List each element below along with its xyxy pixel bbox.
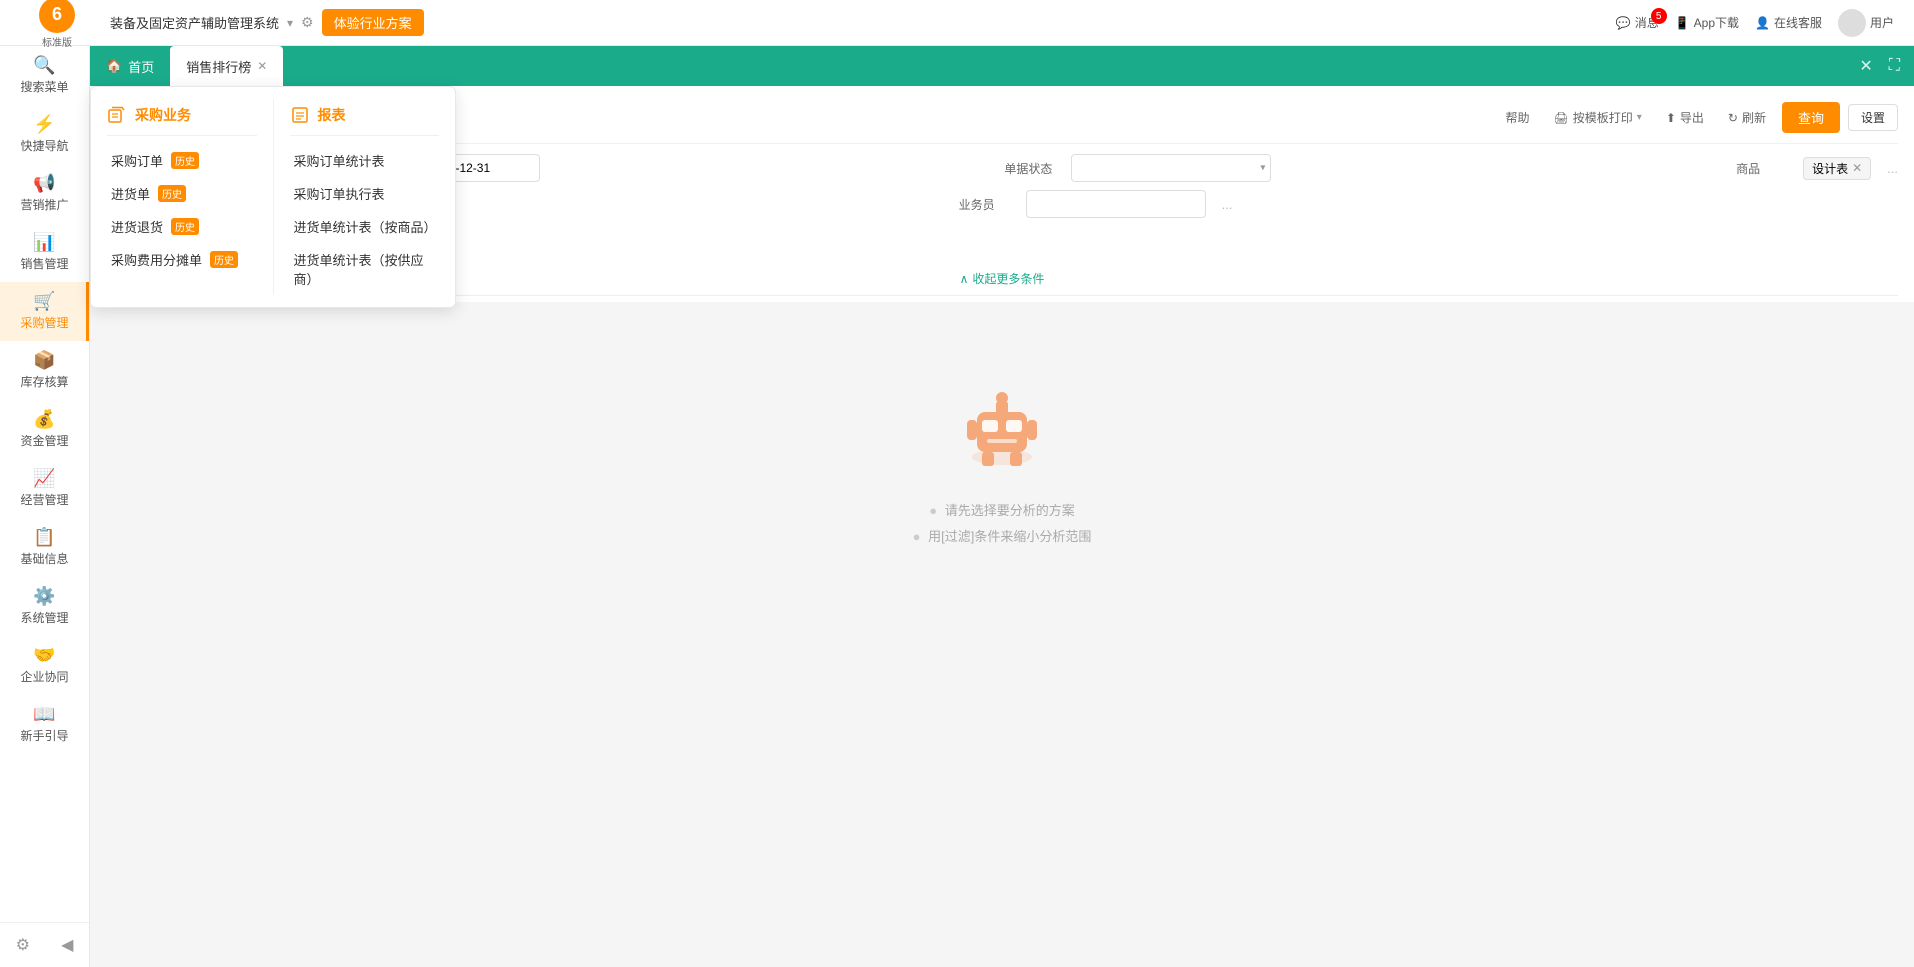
operation-icon: 📈 xyxy=(33,469,55,487)
history-badge-1: 历史 xyxy=(171,152,199,169)
inventory-icon: 📦 xyxy=(33,351,55,369)
collapse-arrow-icon: ∧ xyxy=(960,272,969,286)
phone-icon: 📱 xyxy=(1675,16,1690,30)
status-select-wrapper: ▾ xyxy=(1071,154,1271,182)
salesperson-dots[interactable]: ... xyxy=(1222,197,1233,212)
sidebar-collapse-btn[interactable]: ◀ xyxy=(53,931,81,959)
topbar-right: 💬 消息 5 📱 App下载 👤 在线客服 用户 xyxy=(1616,9,1894,37)
sidebar-item-operation[interactable]: 📈 经营管理 xyxy=(0,459,89,518)
logo-icon: 6 xyxy=(39,0,75,33)
sidebar-item-quick-nav[interactable]: ⚡ 快捷导航 xyxy=(0,105,89,164)
marketing-icon: 📢 xyxy=(33,174,55,192)
sidebar-item-inventory[interactable]: 📦 库存核算 xyxy=(0,341,89,400)
print-arrow: ▾ xyxy=(1637,112,1642,123)
sidebar-item-purchase[interactable]: 🛒 采购管理 xyxy=(0,282,89,341)
goods-label: 商品 xyxy=(1736,160,1791,177)
salesperson-label: 业务员 xyxy=(959,196,1014,213)
logo: 6 标准版 xyxy=(12,0,102,49)
dropdown-menu: 采购业务 采购订单 历史 进货单 历史 进货退货 历史 采购费用分摊单 历史 xyxy=(90,86,456,308)
dropdown-overlay: 采购业务 采购订单 历史 进货单 历史 进货退货 历史 采购费用分摊单 历史 xyxy=(90,86,456,308)
purchase-col-icon xyxy=(107,105,127,125)
dropdown-item-purchase-fee[interactable]: 采购费用分摊单 历史 xyxy=(107,243,257,276)
sidebar-bottom: ⚙ ◀ xyxy=(0,922,89,967)
tab-home[interactable]: 🏠 首页 xyxy=(90,46,170,86)
goods-tag-close[interactable]: ✕ xyxy=(1852,161,1862,175)
dropdown-col-purchase: 采购业务 采购订单 历史 进货单 历史 进货退货 历史 采购费用分摊单 历史 xyxy=(91,99,273,295)
sidebar-item-system[interactable]: ⚙️ 系统管理 xyxy=(0,577,89,636)
history-badge-3: 历史 xyxy=(171,218,199,235)
user-btn[interactable]: 用户 xyxy=(1838,9,1894,37)
basic-info-icon: 📋 xyxy=(33,528,55,546)
sidebar-item-search[interactable]: 🔍 搜索菜单 xyxy=(0,46,89,105)
tab-sales-ranking[interactable]: 销售排行榜 ✕ xyxy=(170,46,283,86)
system-icon: ⚙️ xyxy=(33,587,55,605)
settings-btn[interactable]: 设置 xyxy=(1848,104,1898,131)
purchase-icon: 🛒 xyxy=(33,292,55,310)
empty-icon xyxy=(952,382,1052,482)
query-btn[interactable]: 查询 xyxy=(1782,102,1840,133)
goods-dots[interactable]: ... xyxy=(1887,161,1898,176)
topbar: 6 标准版 装备及固定资产辅助管理系统 ▾ ⚙ 体验行业方案 💬 消息 5 📱 … xyxy=(0,0,1914,46)
refresh-icon: ↻ xyxy=(1728,111,1738,125)
sidebar-item-finance[interactable]: 💰 资金管理 xyxy=(0,400,89,459)
message-btn[interactable]: 💬 消息 5 xyxy=(1616,14,1659,31)
tabbar-right-controls: ✕ ⛶ xyxy=(1853,54,1914,78)
dropdown-item-inbound-return[interactable]: 进货退货 历史 xyxy=(107,210,257,243)
guide-icon: 📖 xyxy=(33,705,55,723)
export-icon: ⬆ xyxy=(1666,111,1676,125)
dropdown-col-report: 报表 采购订单统计表 采购订单执行表 进货单统计表（按商品） 进货单统计表（按供… xyxy=(273,99,456,295)
message-badge: 5 xyxy=(1651,8,1667,24)
collab-icon: 🤝 xyxy=(33,646,55,664)
collapse-btn[interactable]: ∧ 收起更多条件 xyxy=(960,266,1045,291)
status-label: 单据状态 xyxy=(1004,160,1059,177)
print-icon: 🖨 xyxy=(1554,111,1569,125)
export-btn[interactable]: ⬆ 导出 xyxy=(1658,105,1712,130)
sidebar: 🔍 搜索菜单 ⚡ 快捷导航 📢 营销推广 📊 销售管理 🛒 采购管理 📦 库存核… xyxy=(0,46,90,967)
app-title: 装备及固定资产辅助管理系统 ▾ ⚙ 体验行业方案 xyxy=(110,9,1616,36)
empty-state: ● 请先选择要分析的方案 ● 用[过滤]条件来缩小分析范围 xyxy=(90,302,1914,630)
status-select[interactable] xyxy=(1071,154,1271,182)
help-btn[interactable]: 帮助 xyxy=(1498,105,1538,130)
home-icon: 🏠 xyxy=(106,58,122,74)
sidebar-item-guide[interactable]: 📖 新手引导 xyxy=(0,695,89,754)
dropdown-item-inbound[interactable]: 进货单 历史 xyxy=(107,177,257,210)
sidebar-item-collab[interactable]: 🤝 企业协同 xyxy=(0,636,89,695)
empty-tip: ● 请先选择要分析的方案 ● 用[过滤]条件来缩小分析范围 xyxy=(913,498,1092,550)
title-dropdown-arrow[interactable]: ▾ xyxy=(287,16,293,30)
dropdown-col-report-header: 报表 xyxy=(290,99,440,136)
title-settings-icon[interactable]: ⚙ xyxy=(301,14,314,31)
online-service-btn[interactable]: 👤 在线客服 xyxy=(1755,14,1822,31)
history-badge-4: 历史 xyxy=(210,251,238,268)
user-avatar xyxy=(1838,9,1866,37)
dropdown-col-purchase-header: 采购业务 xyxy=(107,99,257,136)
dropdown-item-purchase-order[interactable]: 采购订单 历史 xyxy=(107,144,257,177)
sidebar-item-basic-info[interactable]: 📋 基础信息 xyxy=(0,518,89,577)
search-icon: 🔍 xyxy=(33,56,55,74)
service-icon: 👤 xyxy=(1755,16,1770,30)
sidebar-settings-btn[interactable]: ⚙ xyxy=(8,931,38,959)
dropdown-item-inbound-stats-supplier[interactable]: 进货单统计表（按供应商） xyxy=(290,243,440,295)
refresh-btn[interactable]: ↻ 刷新 xyxy=(1720,105,1774,130)
sidebar-item-marketing[interactable]: 📢 营销推广 xyxy=(0,164,89,223)
goods-tag: 设计表 ✕ xyxy=(1803,157,1871,180)
message-icon: 💬 xyxy=(1616,16,1631,30)
salesperson-input[interactable] xyxy=(1026,190,1206,218)
dropdown-item-inbound-stats-goods[interactable]: 进货单统计表（按商品） xyxy=(290,210,440,243)
print-btn[interactable]: 🖨 按模板打印 ▾ xyxy=(1546,105,1650,130)
tabbar: 🏠 首页 销售排行榜 ✕ ✕ ⛶ xyxy=(90,46,1914,86)
quick-nav-icon: ⚡ xyxy=(33,115,55,133)
finance-icon: 💰 xyxy=(33,410,55,428)
sidebar-item-sales[interactable]: 📊 销售管理 xyxy=(0,223,89,282)
tab-maximize-icon[interactable]: ⛶ xyxy=(1883,55,1906,77)
dropdown-item-purchase-order-exec[interactable]: 采购订单执行表 xyxy=(290,177,440,210)
logo-subtitle: 标准版 xyxy=(42,34,72,49)
history-badge-2: 历史 xyxy=(158,185,186,202)
tab-close-all-icon[interactable]: ✕ xyxy=(1853,54,1878,78)
industry-btn[interactable]: 体验行业方案 xyxy=(322,9,424,36)
report-col-icon xyxy=(290,105,310,125)
app-download-btn[interactable]: 📱 App下载 xyxy=(1675,14,1739,31)
sales-icon: 📊 xyxy=(33,233,55,251)
dropdown-item-purchase-order-stats[interactable]: 采购订单统计表 xyxy=(290,144,440,177)
tab-close-icon[interactable]: ✕ xyxy=(257,59,267,73)
